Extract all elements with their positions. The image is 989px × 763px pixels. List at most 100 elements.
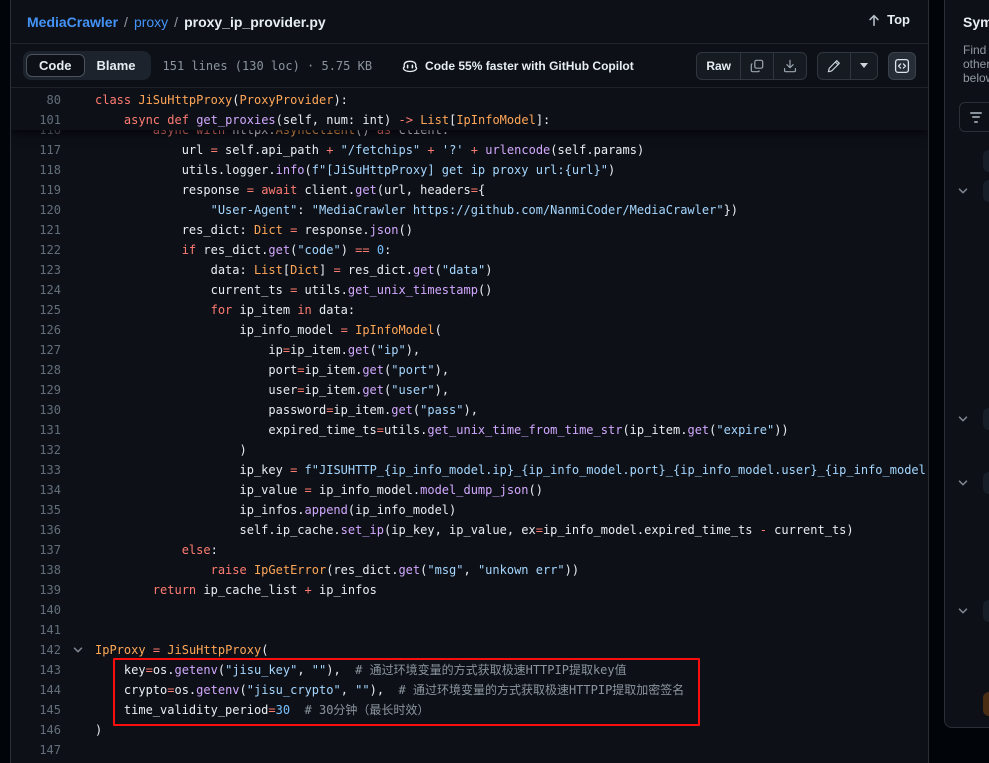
- tab-blame[interactable]: Blame: [85, 54, 148, 77]
- symbol-item-pill[interactable]: [983, 692, 989, 716]
- code-line-143: 143 key=os.getenv("jisu_key", ""), # 通过环…: [11, 660, 928, 680]
- line-number[interactable]: 133: [11, 460, 61, 480]
- line-number[interactable]: 144: [11, 680, 61, 700]
- line-number[interactable]: 135: [11, 500, 61, 520]
- file-view-panel: MediaCrawler / proxy / proxy_ip_provider…: [10, 0, 929, 763]
- line-number[interactable]: 127: [11, 340, 61, 360]
- code-line-132: 132 ): [11, 440, 928, 460]
- line-number[interactable]: 137: [11, 540, 61, 560]
- symbol-tree-chevron-icon[interactable]: [957, 412, 969, 430]
- download-raw-button[interactable]: [774, 53, 806, 79]
- line-number[interactable]: 138: [11, 560, 61, 580]
- symbol-item-pill[interactable]: [983, 472, 989, 494]
- line-number[interactable]: 120: [11, 200, 61, 220]
- line-number[interactable]: 136: [11, 520, 61, 540]
- chevron-down-icon: [957, 413, 969, 425]
- symbols-panel-description: Findotherbelow: [945, 30, 989, 85]
- symbols-panel-toggle-button[interactable]: [888, 52, 916, 80]
- code-line-101: 101 async def get_proxies(self, num: int…: [11, 110, 928, 130]
- code-line-146: 146): [11, 720, 928, 740]
- line-number[interactable]: 143: [11, 660, 61, 680]
- line-number[interactable]: 139: [11, 580, 61, 600]
- code-text: class JiSuHttpProxy(ProxyProvider):: [95, 90, 348, 110]
- fold-chevron-icon[interactable]: [61, 640, 95, 660]
- edit-file-button[interactable]: [818, 53, 851, 79]
- symbol-item-pill[interactable]: [983, 600, 989, 622]
- line-number[interactable]: 118: [11, 160, 61, 180]
- line-number[interactable]: 128: [11, 360, 61, 380]
- code-text: if res_dict.get("code") == 0:: [95, 240, 391, 260]
- line-number[interactable]: 142: [11, 640, 61, 660]
- line-number[interactable]: 141: [11, 620, 61, 640]
- code-line-124: 124 current_ts = utils.get_unix_timestam…: [11, 280, 928, 300]
- code-line-136: 136 self.ip_cache.set_ip(ip_key, ip_valu…: [11, 520, 928, 540]
- arrow-up-icon: [867, 13, 881, 27]
- code-line-144: 144 crypto=os.getenv("jisu_crypto", ""),…: [11, 680, 928, 700]
- code-text: response = await client.get(url, headers…: [95, 180, 485, 200]
- line-number[interactable]: 131: [11, 420, 61, 440]
- line-number[interactable]: 146: [11, 720, 61, 740]
- code-text: ): [95, 720, 102, 740]
- line-number[interactable]: 132: [11, 440, 61, 460]
- code-line-141: 141: [11, 620, 928, 640]
- symbols-filter-button[interactable]: [959, 102, 989, 132]
- symbol-item-pill[interactable]: [983, 180, 989, 202]
- tab-code[interactable]: Code: [26, 54, 85, 77]
- code-line-120: 120 "User-Agent": "MediaCrawler https://…: [11, 200, 928, 220]
- code-text: url = self.api_path + "/fetchips" + '?' …: [95, 140, 644, 160]
- code-line-137: 137 else:: [11, 540, 928, 560]
- line-number[interactable]: 129: [11, 380, 61, 400]
- line-number[interactable]: 80: [11, 90, 61, 110]
- line-number[interactable]: 119: [11, 180, 61, 200]
- code-text: ip_value = ip_info_model.model_dump_json…: [95, 480, 543, 500]
- line-number[interactable]: 117: [11, 140, 61, 160]
- breadcrumb-folder-link[interactable]: proxy: [134, 14, 168, 30]
- code-line-139: 139 return ip_cache_list + ip_infos: [11, 580, 928, 600]
- code-text: return ip_cache_list + ip_infos: [95, 580, 377, 600]
- line-number[interactable]: 124: [11, 280, 61, 300]
- code-line-140: 140: [11, 600, 928, 620]
- symbol-tree-item: [945, 150, 989, 174]
- raw-copy-download-group: Raw: [696, 52, 807, 80]
- code-text: else:: [95, 540, 218, 560]
- symbol-tree-chevron-icon[interactable]: [957, 604, 969, 622]
- file-stats: 151 lines (130 loc) · 5.75 KB: [163, 59, 373, 73]
- code-line-80: 80 class JiSuHttpProxy(ProxyProvider):: [11, 90, 928, 110]
- code-line-122: 122 if res_dict.get("code") == 0:: [11, 240, 928, 260]
- line-number[interactable]: 140: [11, 600, 61, 620]
- code-text: crypto=os.getenv("jisu_crypto", ""), # 通…: [95, 680, 684, 700]
- scroll-to-top-button[interactable]: Top: [867, 12, 910, 27]
- pencil-icon: [827, 59, 841, 73]
- raw-button[interactable]: Raw: [697, 53, 741, 79]
- copy-icon: [750, 59, 764, 73]
- code-text: IpProxy = JiSuHttpProxy(: [95, 640, 268, 660]
- line-number[interactable]: 134: [11, 480, 61, 500]
- edit-dropdown-button[interactable]: [851, 53, 877, 79]
- file-header-toolbar: Code Blame 151 lines (130 loc) · 5.75 KB…: [11, 44, 928, 88]
- code-text: port=ip_item.get("port"),: [95, 360, 449, 380]
- code-line-129: 129 user=ip_item.get("user"),: [11, 380, 928, 400]
- line-number[interactable]: 101: [11, 110, 61, 130]
- symbol-tree-chevron-icon[interactable]: [957, 476, 969, 494]
- line-number[interactable]: 122: [11, 240, 61, 260]
- line-number[interactable]: 130: [11, 400, 61, 420]
- download-icon: [783, 59, 797, 73]
- line-number[interactable]: 123: [11, 260, 61, 280]
- symbol-item-pill[interactable]: [983, 408, 989, 430]
- breadcrumb-repo-link[interactable]: MediaCrawler: [27, 14, 118, 30]
- breadcrumb-separator: /: [174, 14, 178, 30]
- code-line-118: 118 utils.logger.info(f"[JiSuHttpProxy] …: [11, 160, 928, 180]
- filter-icon: [970, 112, 982, 123]
- sticky-context-lines: 80class JiSuHttpProxy(ProxyProvider):101…: [11, 88, 928, 130]
- line-number[interactable]: 147: [11, 740, 61, 760]
- line-number[interactable]: 126: [11, 320, 61, 340]
- line-number[interactable]: 121: [11, 220, 61, 240]
- code-text: for ip_item in data:: [95, 300, 355, 320]
- triangle-down-icon: [860, 63, 868, 68]
- copilot-icon: [402, 58, 418, 74]
- symbol-item-pill[interactable]: [983, 150, 989, 172]
- line-number[interactable]: 125: [11, 300, 61, 320]
- line-number[interactable]: 145: [11, 700, 61, 720]
- copy-raw-content-button[interactable]: [741, 53, 774, 79]
- symbol-tree-chevron-icon[interactable]: [957, 184, 969, 202]
